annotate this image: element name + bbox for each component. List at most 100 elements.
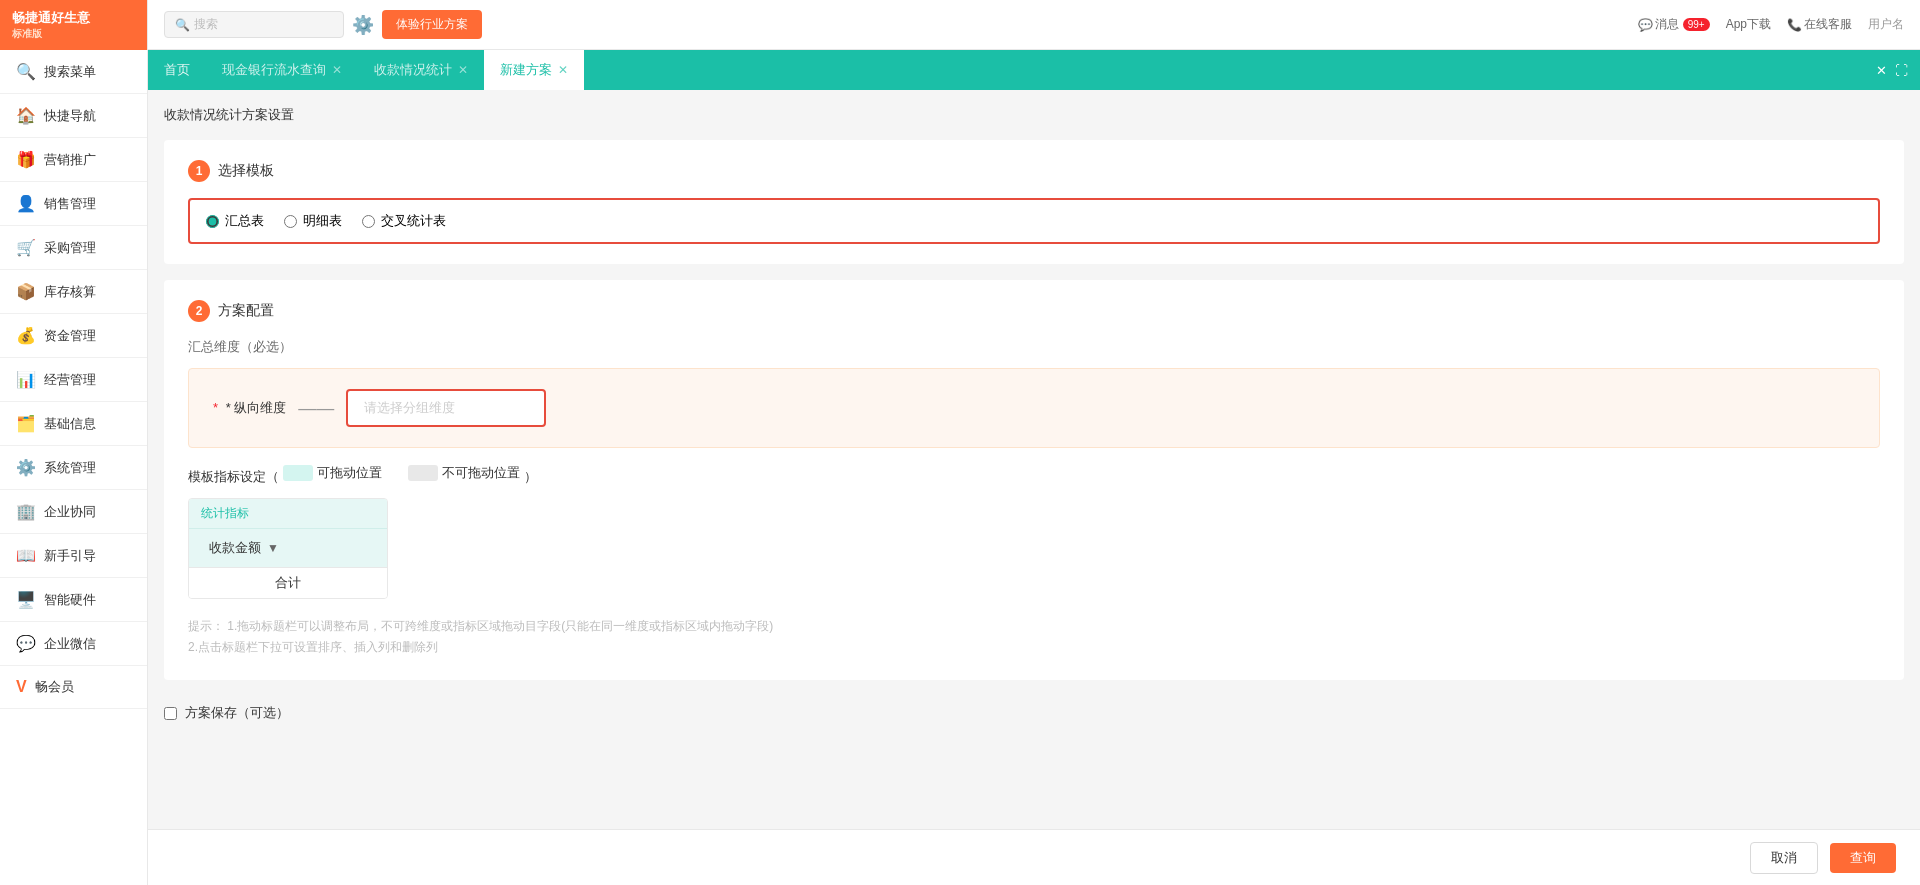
template-section: 汇总表 明细表 交叉统计表 bbox=[188, 198, 1880, 244]
box-icon: 📦 bbox=[16, 282, 36, 301]
header-search-box[interactable]: 🔍 搜索 bbox=[164, 11, 344, 38]
radio-cross[interactable]: 交叉统计表 bbox=[362, 212, 446, 230]
maximize-icon[interactable]: ⛶ bbox=[1895, 63, 1908, 78]
wechat-icon: 💬 bbox=[16, 634, 36, 653]
monitor-icon: 🖥️ bbox=[16, 590, 36, 609]
sidebar-item-quick-nav[interactable]: 🏠 快捷导航 bbox=[0, 94, 147, 138]
close-new-plan-icon[interactable]: ✕ bbox=[558, 63, 568, 77]
book-icon: 📖 bbox=[16, 546, 36, 565]
footer-area: 方案保存（可选） bbox=[164, 696, 1904, 722]
cart-icon: 🛒 bbox=[16, 238, 36, 257]
tab-home[interactable]: 首页 bbox=[148, 50, 206, 90]
sidebar-item-member[interactable]: V 畅会员 bbox=[0, 666, 147, 709]
close-bank-flow-icon[interactable]: ✕ bbox=[332, 63, 342, 77]
step2-label: 2 方案配置 bbox=[188, 300, 1880, 322]
settings-icon[interactable]: ⚙️ bbox=[352, 14, 374, 36]
sidebar-item-enterprise[interactable]: 🏢 企业协同 bbox=[0, 490, 147, 534]
draggable-hint-tag: 可拖动位置 bbox=[283, 464, 382, 482]
sidebar-item-wechat[interactable]: 💬 企业微信 bbox=[0, 622, 147, 666]
logo-subtitle: 标准版 bbox=[12, 27, 90, 41]
step1-num: 1 bbox=[188, 160, 210, 182]
gear-icon: ⚙️ bbox=[16, 458, 36, 477]
sidebar-logo: 畅捷通好生意 标准版 bbox=[0, 0, 147, 50]
sidebar-item-marketing[interactable]: 🎁 营销推广 bbox=[0, 138, 147, 182]
sidebar-item-hardware[interactable]: 🖥️ 智能硬件 bbox=[0, 578, 147, 622]
dimension-selector[interactable]: 请选择分组维度 bbox=[346, 389, 546, 427]
bottom-actions: 取消 查询 bbox=[148, 829, 1920, 885]
close-receipt-stats-icon[interactable]: ✕ bbox=[458, 63, 468, 77]
building-icon: 🏢 bbox=[16, 502, 36, 521]
radio-summary-input[interactable] bbox=[206, 215, 219, 228]
step1-text: 选择模板 bbox=[218, 162, 274, 180]
save-option[interactable]: 方案保存（可选） bbox=[164, 704, 1904, 722]
step2-num: 2 bbox=[188, 300, 210, 322]
sidebar-item-system[interactable]: ⚙️ 系统管理 bbox=[0, 446, 147, 490]
cancel-button[interactable]: 取消 bbox=[1750, 842, 1818, 874]
search-icon: 🔍 bbox=[175, 18, 190, 32]
dimension-area: * * 纵向维度 —— 请选择分组维度 bbox=[188, 368, 1880, 448]
member-icon: V bbox=[16, 678, 27, 696]
sidebar-item-operations[interactable]: 📊 经营管理 bbox=[0, 358, 147, 402]
tab-receipt-stats[interactable]: 收款情况统计 ✕ bbox=[358, 50, 484, 90]
query-button[interactable]: 查询 bbox=[1830, 843, 1896, 873]
main-area: 🔍 搜索 ⚙️ 体验行业方案 💬 消息 99+ App下载 📞 在线客服 用户名… bbox=[148, 0, 1920, 885]
online-service[interactable]: 📞 在线客服 bbox=[1787, 16, 1852, 33]
radio-detail-input[interactable] bbox=[284, 215, 297, 228]
radio-summary[interactable]: 汇总表 bbox=[206, 212, 264, 230]
step2-card: 2 方案配置 汇总维度（必选） * * 纵向维度 —— 请选择分组维度 bbox=[164, 280, 1904, 680]
user-info[interactable]: 用户名 bbox=[1868, 16, 1904, 33]
app-download[interactable]: App下载 bbox=[1726, 16, 1771, 33]
logo-title: 畅捷通好生意 bbox=[12, 9, 90, 27]
radio-cross-input[interactable] bbox=[362, 215, 375, 228]
stats-total: 合计 bbox=[189, 567, 387, 598]
non-draggable-indicator bbox=[408, 465, 438, 481]
stats-table: 统计指标 收款金额 ▼ 合计 bbox=[188, 498, 388, 599]
step1-label: 1 选择模板 bbox=[188, 160, 1880, 182]
message-area[interactable]: 💬 消息 99+ bbox=[1638, 16, 1710, 33]
search-placeholder: 搜索 bbox=[194, 16, 218, 33]
trial-btn[interactable]: 体验行业方案 bbox=[382, 10, 482, 39]
tab-bank-flow[interactable]: 现金银行流水查询 ✕ bbox=[206, 50, 358, 90]
dimension-row: * * 纵向维度 —— 请选择分组维度 bbox=[213, 389, 1855, 427]
minimize-icon[interactable]: ✕ bbox=[1876, 63, 1887, 78]
non-draggable-hint-tag: 不可拖动位置 bbox=[408, 464, 520, 482]
header-right: 💬 消息 99+ App下载 📞 在线客服 用户名 bbox=[1638, 16, 1904, 33]
sidebar-item-search-menu[interactable]: 🔍 搜索菜单 bbox=[0, 50, 147, 94]
stats-amount-row[interactable]: 收款金额 ▼ bbox=[189, 528, 387, 567]
save-checkbox[interactable] bbox=[164, 707, 177, 720]
service-icon: 📞 bbox=[1787, 18, 1802, 32]
home-icon: 🏠 bbox=[16, 106, 36, 125]
tip-1: 提示： 1.拖动标题栏可以调整布局，不可跨维度或指标区域拖动目字段(只能在同一维… bbox=[188, 618, 1880, 635]
header: 🔍 搜索 ⚙️ 体验行业方案 💬 消息 99+ App下载 📞 在线客服 用户名 bbox=[148, 0, 1920, 50]
search-icon: 🔍 bbox=[16, 62, 36, 81]
sidebar-item-basic-info[interactable]: 🗂️ 基础信息 bbox=[0, 402, 147, 446]
message-badge: 99+ bbox=[1683, 18, 1710, 31]
gift-icon: 🎁 bbox=[16, 150, 36, 169]
dimension-section-title: 汇总维度（必选） bbox=[188, 338, 1880, 356]
radio-detail[interactable]: 明细表 bbox=[284, 212, 342, 230]
vertical-dim-label: * * 纵向维度 bbox=[213, 399, 286, 417]
chart-icon: 📊 bbox=[16, 370, 36, 389]
content-area: 收款情况统计方案设置 1 选择模板 汇总表 明细表 bbox=[148, 90, 1920, 829]
sidebar: 畅捷通好生意 标准版 🔍 搜索菜单 🏠 快捷导航 🎁 营销推广 👤 销售管理 🛒… bbox=[0, 0, 148, 885]
tabs-actions: ✕ ⛶ bbox=[1876, 63, 1920, 78]
step1-card: 1 选择模板 汇总表 明细表 交叉统计表 bbox=[164, 140, 1904, 264]
tab-bar: 首页 现金银行流水查询 ✕ 收款情况统计 ✕ 新建方案 ✕ ✕ ⛶ bbox=[148, 50, 1920, 90]
sidebar-item-sales[interactable]: 👤 销售管理 bbox=[0, 182, 147, 226]
dropdown-icon[interactable]: ▼ bbox=[267, 541, 279, 555]
folder-icon: 🗂️ bbox=[16, 414, 36, 433]
tab-new-plan[interactable]: 新建方案 ✕ bbox=[484, 50, 584, 90]
money-icon: 💰 bbox=[16, 326, 36, 345]
sidebar-item-guide[interactable]: 📖 新手引导 bbox=[0, 534, 147, 578]
user-icon: 👤 bbox=[16, 194, 36, 213]
arrow-icon: —— bbox=[298, 398, 334, 419]
sidebar-item-inventory[interactable]: 📦 库存核算 bbox=[0, 270, 147, 314]
sidebar-item-finance[interactable]: 💰 资金管理 bbox=[0, 314, 147, 358]
header-left: 🔍 搜索 ⚙️ 体验行业方案 bbox=[164, 10, 482, 39]
step2-text: 方案配置 bbox=[218, 302, 274, 320]
template-radio-group: 汇总表 明细表 交叉统计表 bbox=[206, 212, 446, 230]
sidebar-item-purchase[interactable]: 🛒 采购管理 bbox=[0, 226, 147, 270]
stats-amount-cell: 收款金额 ▼ bbox=[197, 533, 291, 563]
stats-header: 统计指标 bbox=[189, 499, 387, 528]
draggable-indicator bbox=[283, 465, 313, 481]
